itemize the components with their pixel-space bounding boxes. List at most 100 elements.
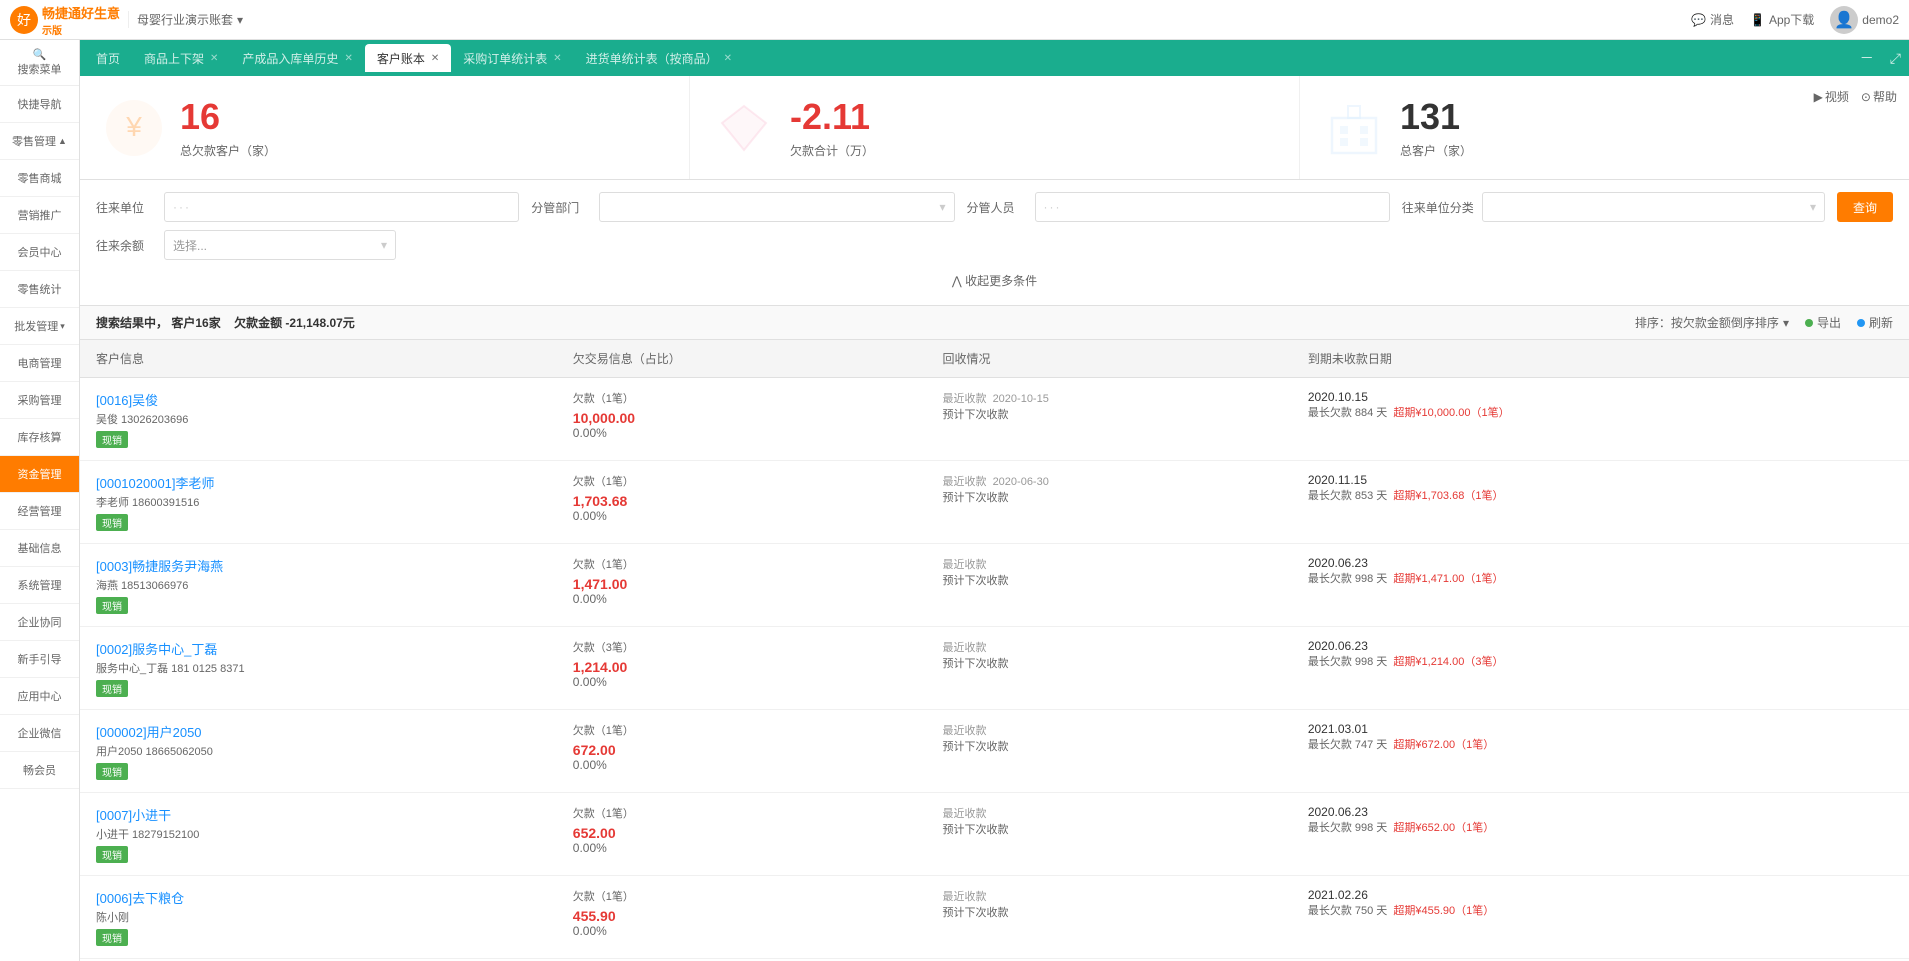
sidebar-item-retail-mall[interactable]: 零售商城 <box>0 160 79 197</box>
sort-selector[interactable]: 排序：按欠款金额倒序排序 ▾ <box>1635 314 1789 331</box>
table-row: [000002]用户2050 用户2050 18665062050 现销 欠款（… <box>80 710 1909 793</box>
stat-actions: ▶ 视频 ⊙ 帮助 <box>1814 88 1897 105</box>
tab-purchase-detail[interactable]: 进货单统计表（按商品） ✕ <box>574 44 744 72</box>
sidebar-item-retail-mgmt[interactable]: 零售管理 ▲ <box>0 123 79 160</box>
sidebar-item-inventory[interactable]: 库存核算 <box>0 419 79 456</box>
sidebar-item-finance[interactable]: 资金管理 <box>0 456 79 493</box>
close-icon[interactable]: ✕ <box>210 53 218 64</box>
customer-name-link[interactable]: [0016]吴俊 <box>96 390 541 409</box>
close-icon[interactable]: ✕ <box>431 53 439 64</box>
sidebar-item-retail-stats[interactable]: 零售统计 <box>0 271 79 308</box>
search-icon: 🔍 <box>4 48 75 61</box>
debt-count: 欠款（1笔） <box>573 390 911 406</box>
refresh-button[interactable]: 刷新 <box>1857 314 1893 331</box>
filter-row-1: 往来单位 ··· 分管部门 ▾ 分管人员 <box>96 192 1893 222</box>
sidebar-item-enterprise-wechat[interactable]: 企业微信 <box>0 715 79 752</box>
video-icon: ▶ <box>1814 90 1823 104</box>
customer-name-link[interactable]: [0002]服务中心_丁磊 <box>96 639 541 658</box>
customer-contact: 海燕 18513066976 <box>96 577 541 593</box>
tab-home[interactable]: 首页 <box>84 44 132 72</box>
department-input[interactable]: ▾ <box>599 192 954 222</box>
sidebar-item-marketing[interactable]: 营销推广 <box>0 197 79 234</box>
customer-contact: 小进干 18279152100 <box>96 826 541 842</box>
video-button[interactable]: ▶ 视频 <box>1814 88 1849 105</box>
debt-count: 欠款（1笔） <box>573 473 911 489</box>
search-menu-button[interactable]: 🔍 搜索菜单 <box>0 40 79 86</box>
debt-amount[interactable]: 652.00 <box>573 825 911 841</box>
customer-name-link[interactable]: [0003]畅捷服务尹海燕 <box>96 556 541 575</box>
overdue-amount[interactable]: 超期¥455.90（1笔） <box>1393 905 1494 917</box>
sidebar-item-enterprise-collab[interactable]: 企业协同 <box>0 604 79 641</box>
next-payment: 预计下次收款 <box>942 904 1275 920</box>
filter-balance: 往来余额 选择... ▾ <box>96 230 396 260</box>
user-menu[interactable]: 👤 demo2 <box>1830 6 1899 34</box>
close-icon[interactable]: ✕ <box>553 53 561 64</box>
customer-name-link[interactable]: [000002]用户2050 <box>96 722 541 741</box>
results-bar: 搜索结果中， 客户16家 欠款金额 -21,148.07元 排序：按欠款金额倒序… <box>80 306 1909 340</box>
collapse-filters-button[interactable]: ⋀ 收起更多条件 <box>96 268 1893 293</box>
debt-amount[interactable]: 455.90 <box>573 908 911 924</box>
balance-input[interactable]: 选择... ▾ <box>164 230 396 260</box>
debt-amount[interactable]: 1,214.00 <box>573 659 911 675</box>
tab-purchase-stats[interactable]: 采购订单统计表 ✕ <box>451 44 573 72</box>
manager-input[interactable]: ··· <box>1035 192 1390 222</box>
debt-amount[interactable]: 1,703.68 <box>573 493 911 509</box>
overdue-amount[interactable]: 超期¥1,214.00（3笔） <box>1393 656 1503 668</box>
debt-amount[interactable]: 1,471.00 <box>573 576 911 592</box>
customer-tag: 现销 <box>96 431 128 448</box>
due-date: 2020.06.23 <box>1308 805 1893 819</box>
stat-card-total-customers: 131 总客户（家） ▶ 视频 ⊙ 帮助 <box>1300 76 1909 179</box>
company-input[interactable]: ··· <box>164 192 519 222</box>
sidebar-item-wholesale-mgmt[interactable]: 批发管理 ▾ <box>0 308 79 345</box>
chevron-down-icon: ▾ <box>60 321 65 332</box>
sidebar-item-basic-info[interactable]: 基础信息 <box>0 530 79 567</box>
sidebar-item-chang-member[interactable]: 畅会员 <box>0 752 79 789</box>
overdue-amount[interactable]: 超期¥652.00（1笔） <box>1393 822 1494 834</box>
close-icon[interactable]: ✕ <box>344 53 352 64</box>
sidebar-item-purchase-mgmt[interactable]: 采购管理 <box>0 382 79 419</box>
customer-cell: [0007]小进干 小进干 18279152100 现销 <box>80 793 557 876</box>
customer-tag: 现销 <box>96 763 128 780</box>
debt-info-cell: 欠款（1笔） 10,000.00 0.00% <box>557 378 927 461</box>
overdue-amount[interactable]: 超期¥10,000.00（1笔） <box>1393 407 1509 419</box>
debt-info-cell: 欠款（1笔） 652.00 0.00% <box>557 793 927 876</box>
sidebar-item-member-center[interactable]: 会员中心 <box>0 234 79 271</box>
overdue-amount[interactable]: 超期¥1,471.00（1笔） <box>1393 573 1503 585</box>
message-button[interactable]: 💬 消息 <box>1691 11 1734 28</box>
overdue-amount[interactable]: 超期¥1,703.68（1笔） <box>1393 490 1503 502</box>
help-button[interactable]: ⊙ 帮助 <box>1861 88 1897 105</box>
sidebar-item-quick-nav[interactable]: 快捷导航 <box>0 86 79 123</box>
customer-name-link[interactable]: [0001020001]李老师 <box>96 473 541 492</box>
table-row: [0001020001]李老师 李老师 18600391516 现销 欠款（1笔… <box>80 461 1909 544</box>
tab-minimize-button[interactable]: － <box>1856 46 1878 70</box>
app-download-button[interactable]: 📱 App下载 <box>1750 11 1814 28</box>
tab-maximize-button[interactable]: ⤢ <box>1886 48 1905 69</box>
store-selector[interactable]: 母婴行业演示账套 ▾ <box>128 11 251 28</box>
customer-name-link[interactable]: [0007]小进干 <box>96 805 541 824</box>
stat-number-debt-customers: 16 <box>180 96 665 138</box>
sort-label: 排序：按欠款金额倒序排序 <box>1635 314 1779 331</box>
customer-name-link[interactable]: [0006]去下粮仓 <box>96 888 541 907</box>
sidebar-item-app-center[interactable]: 应用中心 <box>0 678 79 715</box>
search-button[interactable]: 查询 <box>1837 192 1893 222</box>
debt-amount[interactable]: 672.00 <box>573 742 911 758</box>
export-button[interactable]: 导出 <box>1805 314 1841 331</box>
debt-amount[interactable]: 10,000.00 <box>573 410 911 426</box>
debt-count: 欠款（1笔） <box>573 805 911 821</box>
tab-customer-account[interactable]: 客户账本 ✕ <box>365 44 451 72</box>
building-icon <box>1324 98 1384 158</box>
due-date: 2020.06.23 <box>1308 639 1893 653</box>
sidebar-item-new-guide[interactable]: 新手引导 <box>0 641 79 678</box>
sidebar-item-ecommerce[interactable]: 电商管理 <box>0 345 79 382</box>
overdue-amount[interactable]: 超期¥672.00（1笔） <box>1393 739 1494 751</box>
tab-product-listing[interactable]: 商品上下架 ✕ <box>132 44 230 72</box>
debt-percent: 0.00% <box>573 509 911 523</box>
filter-department: 分管部门 ▾ <box>531 192 954 222</box>
tab-production-history[interactable]: 产成品入库单历史 ✕ <box>230 44 364 72</box>
sidebar-item-system[interactable]: 系统管理 <box>0 567 79 604</box>
close-icon[interactable]: ✕ <box>724 53 732 64</box>
category-input[interactable]: ▾ <box>1482 192 1825 222</box>
customer-contact: 吴俊 13026203696 <box>96 411 541 427</box>
sidebar-item-operations[interactable]: 经营管理 <box>0 493 79 530</box>
content-area: 首页 商品上下架 ✕ 产成品入库单历史 ✕ 客户账本 ✕ 采购订单统计表 ✕ 进… <box>80 40 1909 961</box>
